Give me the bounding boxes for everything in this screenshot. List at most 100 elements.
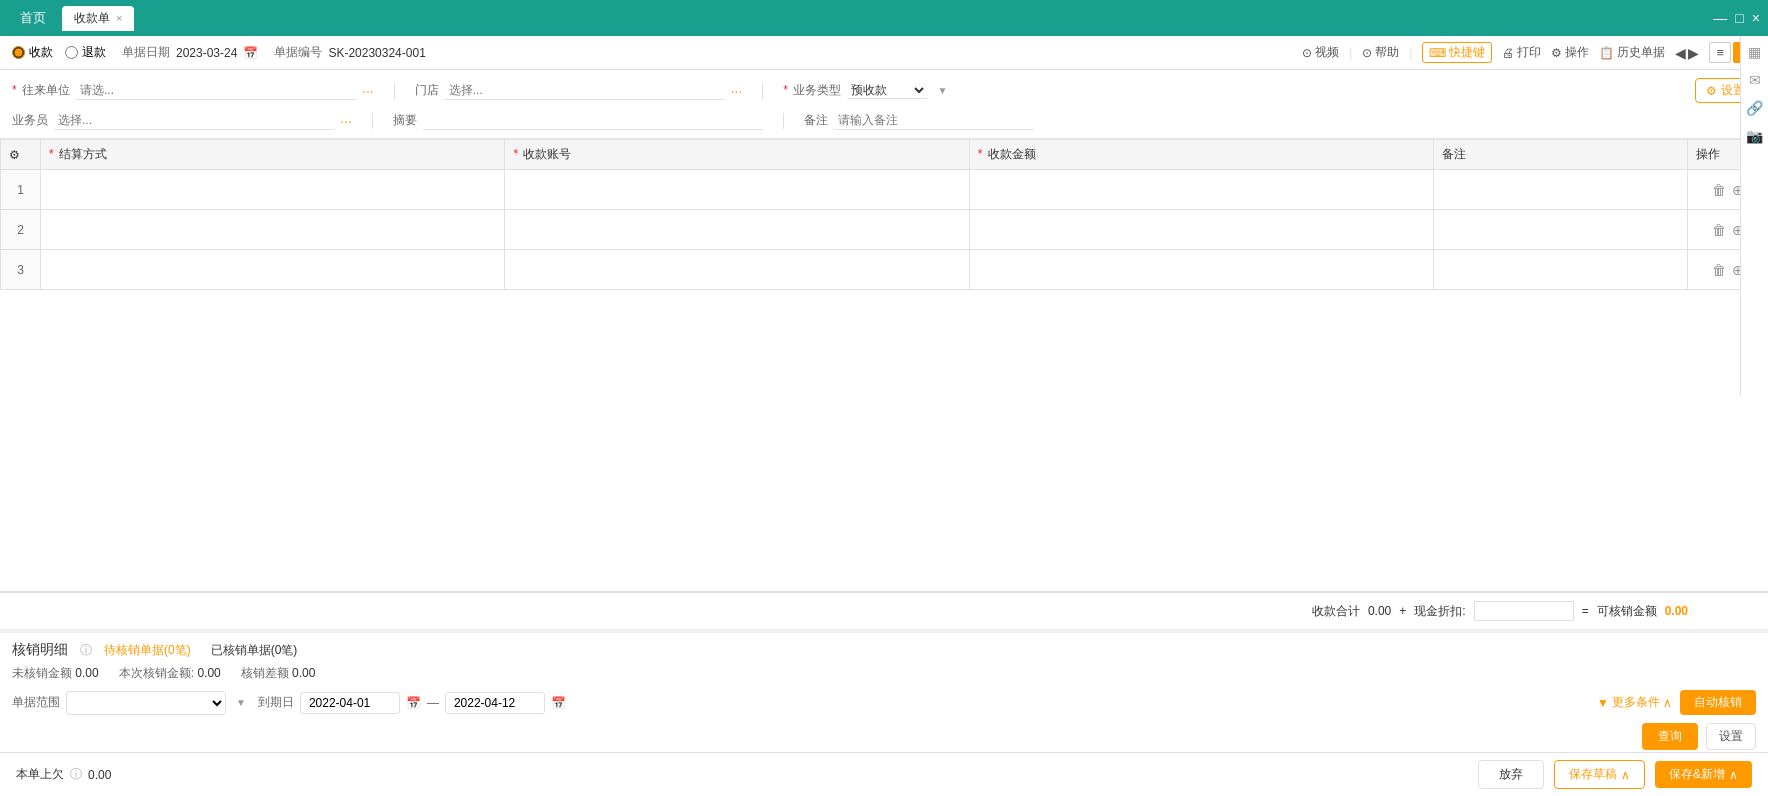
pending-tab[interactable]: 待核销单据(0笔) xyxy=(104,642,191,659)
keyboard-icon: ⌨ xyxy=(1429,46,1446,60)
win-maximize-btn[interactable]: □ xyxy=(1735,10,1743,26)
more-conditions-btn[interactable]: ▼ 更多条件 ∧ xyxy=(1597,694,1672,711)
cell-pay-method-2[interactable] xyxy=(41,210,505,250)
filter-row: 单据范围 ▼ 到期日 📅 — 📅 xyxy=(12,690,1756,715)
cell-pay-method-3[interactable] xyxy=(41,250,505,290)
remark-label: 备注 xyxy=(804,112,828,129)
sidebar-mail-icon[interactable]: ✉ xyxy=(1749,72,1761,88)
query-settings-row: 查询 设置 xyxy=(12,723,1756,750)
done-tab[interactable]: 已核销单据(0笔) xyxy=(211,642,298,659)
save-new-button[interactable]: 保存&新增 ∧ xyxy=(1655,761,1752,788)
sidebar-camera-icon[interactable]: 📷 xyxy=(1746,128,1763,144)
tab-bar-left: 首页 收款单 × xyxy=(8,5,134,31)
save-draft-label: 保存草稿 xyxy=(1569,766,1617,783)
cell-receipt-amount-3[interactable] xyxy=(969,250,1433,290)
store-group: 门店 ··· xyxy=(415,81,743,100)
form-divider-4 xyxy=(783,113,784,129)
cell-receipt-amount-2[interactable] xyxy=(969,210,1433,250)
action-operation[interactable]: ⚙ 操作 xyxy=(1551,44,1589,61)
auto-verify-button[interactable]: 自动核销 xyxy=(1680,690,1756,715)
business-type-select[interactable]: 预收款 收款 xyxy=(847,82,927,99)
staff-more-icon[interactable]: ··· xyxy=(340,113,352,129)
sidebar-table-icon[interactable]: ▦ xyxy=(1748,44,1761,60)
date-to-input[interactable] xyxy=(445,692,545,714)
store-input[interactable] xyxy=(445,81,725,100)
remark-input[interactable] xyxy=(834,111,1034,130)
row-delete-btn-3[interactable]: 🗑 xyxy=(1712,262,1726,278)
cell-remark-3[interactable] xyxy=(1434,250,1688,290)
table-row: 1 🗑 ⊕ xyxy=(1,170,1768,210)
toolbar: 收款 退款 单据日期 2023-03-24 📅 单据编号 SK-20230324… xyxy=(0,36,1768,70)
tab-active-receipt[interactable]: 收款单 × xyxy=(62,6,134,31)
doc-range-chevron-icon: ▼ xyxy=(236,697,246,708)
chevron-up-icon: ∧ xyxy=(1663,696,1672,710)
nav-next-btn[interactable]: ▶ xyxy=(1688,45,1699,61)
summary-input[interactable] xyxy=(423,111,763,130)
nav-prev-btn[interactable]: ◀ xyxy=(1675,45,1686,61)
form-row-2: 业务员 ··· 摘要 备注 xyxy=(12,111,1756,130)
table-settings-icon[interactable]: ⚙ xyxy=(9,148,20,162)
save-new-chevron-icon: ∧ xyxy=(1729,768,1738,782)
info-icon[interactable]: ⓘ xyxy=(80,642,92,659)
th-receipt-account: * 收款账号 xyxy=(505,140,969,170)
cell-receipt-account-1[interactable] xyxy=(505,170,969,210)
uncleared-label: 未核销金额 0.00 xyxy=(12,665,99,682)
win-minimize-btn[interactable]: — xyxy=(1713,10,1727,26)
action-shortcut[interactable]: ⌨ 快捷键 xyxy=(1422,42,1492,63)
history-icon: 📋 xyxy=(1599,46,1614,60)
cell-receipt-amount-1[interactable] xyxy=(969,170,1433,210)
radio-refund[interactable]: 退款 xyxy=(65,44,106,61)
calendar-icon[interactable]: 📅 xyxy=(243,46,258,60)
counterparty-more-icon[interactable]: ··· xyxy=(362,83,374,99)
diff-stat: 核销差额 0.00 xyxy=(241,665,316,682)
counterparty-group: * 往来单位 ··· xyxy=(12,81,374,100)
total-label: 收款合计 xyxy=(1312,603,1360,620)
row-delete-btn-1[interactable]: 🗑 xyxy=(1712,182,1726,198)
tab-close-icon[interactable]: × xyxy=(116,12,122,24)
discount-label: 现金折扣: xyxy=(1414,603,1465,620)
row-delete-btn-2[interactable]: 🗑 xyxy=(1712,222,1726,238)
verifiable-label: 可核销金额 xyxy=(1597,603,1657,620)
discount-input[interactable] xyxy=(1474,601,1574,621)
doc-range-filter: 单据范围 ▼ xyxy=(12,691,246,715)
cell-pay-method-1[interactable] xyxy=(41,170,505,210)
save-draft-button[interactable]: 保存草稿 ∧ xyxy=(1554,760,1645,789)
staff-input[interactable] xyxy=(54,111,334,130)
tab-home[interactable]: 首页 xyxy=(8,5,58,31)
cell-remark-2[interactable] xyxy=(1434,210,1688,250)
action-print[interactable]: 🖨 打印 xyxy=(1502,44,1541,61)
query-button[interactable]: 查询 xyxy=(1642,723,1698,750)
table-settings-button[interactable]: 设置 xyxy=(1706,723,1756,750)
radio-receive-input[interactable] xyxy=(12,46,25,59)
date-separator: — xyxy=(427,696,439,710)
store-more-icon[interactable]: ··· xyxy=(731,83,743,99)
footer: 本单上欠 ⓘ 0.00 放弃 保存草稿 ∧ 保存&新增 ∧ xyxy=(0,752,1768,796)
win-close-btn[interactable]: × xyxy=(1752,10,1760,26)
view-list-btn[interactable]: ≡ xyxy=(1709,42,1731,63)
abandon-button[interactable]: 放弃 xyxy=(1478,760,1544,789)
action-video[interactable]: ⊙ 视频 xyxy=(1302,44,1339,61)
summary-row: 收款合计 0.00 + 现金折扣: = 可核销金额 0.00 xyxy=(0,592,1768,629)
cell-receipt-account-3[interactable] xyxy=(505,250,969,290)
radio-receive[interactable]: 收款 xyxy=(12,44,53,61)
counterparty-input[interactable] xyxy=(76,81,356,100)
current-verify-stat: 本次核销金额: 0.00 xyxy=(119,665,221,682)
footer-info-icon[interactable]: ⓘ xyxy=(70,766,82,783)
tab-active-label: 收款单 xyxy=(74,10,110,27)
action-history[interactable]: 📋 历史单据 xyxy=(1599,44,1665,61)
cell-receipt-account-2[interactable] xyxy=(505,210,969,250)
doc-range-select[interactable] xyxy=(66,691,226,715)
form-divider-2 xyxy=(762,83,763,99)
tab-bar: 首页 收款单 × — □ × xyxy=(0,0,1768,36)
row-num-3: 3 xyxy=(1,250,41,290)
sidebar-link-icon[interactable]: 🔗 xyxy=(1746,100,1763,116)
date-from-input[interactable] xyxy=(300,692,400,714)
video-icon: ⊙ xyxy=(1302,46,1312,60)
cell-remark-1[interactable] xyxy=(1434,170,1688,210)
th-settings[interactable]: ⚙ xyxy=(1,140,41,170)
counterparty-label: * 往来单位 xyxy=(12,82,70,99)
calendar-to-icon[interactable]: 📅 xyxy=(551,696,566,710)
radio-refund-input[interactable] xyxy=(65,46,78,59)
action-help[interactable]: ⊙ 帮助 xyxy=(1362,44,1399,61)
calendar-from-icon[interactable]: 📅 xyxy=(406,696,421,710)
